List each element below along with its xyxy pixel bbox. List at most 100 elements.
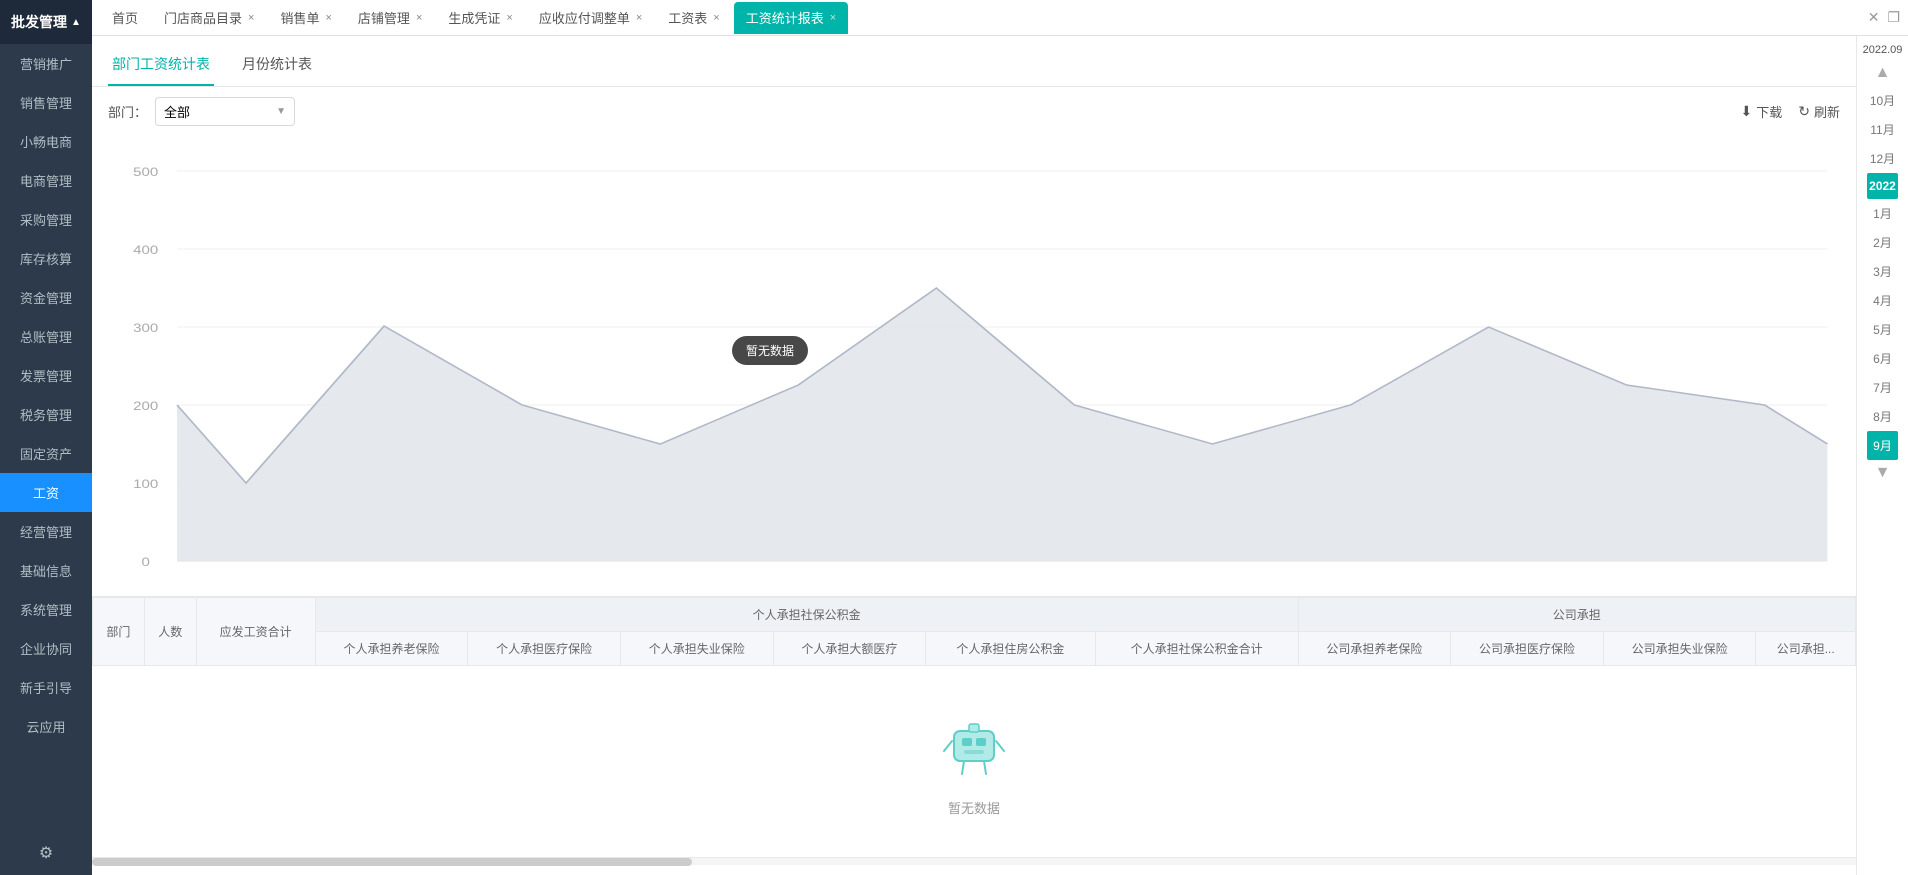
main-area: 首页门店商品目录×销售单×店铺管理×生成凭证×应收应付调整单×工资表×工资统计报… (92, 0, 1908, 875)
sub-tab-bar: 部门工资统计表 月份统计表 (92, 36, 1856, 87)
sidebar-item-采购管理[interactable]: 采购管理 (0, 200, 92, 239)
col-company-unemploy: 公司承担失业保险 (1603, 632, 1756, 666)
refresh-icon: ↻ (1798, 103, 1810, 120)
sidebar-header[interactable]: 批发管理 ▲ (0, 0, 92, 44)
col-personal-pension: 个人承担养老保险 (315, 632, 468, 666)
tab-4[interactable]: 生成凭证 × (436, 2, 524, 34)
empty-state: 暂无数据 (92, 666, 1856, 857)
toolbar-right: ⬇ 下载 ↻ 刷新 (1741, 102, 1841, 121)
sidebar-arrow-icon: ▲ (71, 17, 81, 28)
tab-5[interactable]: 应收应付调整单 × (527, 2, 654, 34)
window-close-icon[interactable]: ✕ (1868, 9, 1880, 26)
tab-1[interactable]: 门店商品目录 × (152, 2, 266, 34)
col-personal-total: 个人承担社保公积金合计 (1095, 632, 1298, 666)
tab-3[interactable]: 店铺管理× (346, 2, 434, 34)
chevron-down-icon: ▼ (276, 106, 286, 117)
col-company-more: 公司承担... (1756, 632, 1856, 666)
sidebar-item-经营管理[interactable]: 经营管理 (0, 512, 92, 551)
dept-select[interactable]: 全部 ▼ (155, 97, 295, 126)
time-item-2022[interactable]: 2022 (1867, 173, 1898, 199)
sidebar-footer-settings[interactable]: ⚙ (0, 831, 92, 875)
col-total-salary: 应发工资合计 (196, 598, 315, 666)
time-item-7月[interactable]: 7月 (1867, 373, 1898, 402)
svg-text:100: 100 (133, 477, 159, 490)
svg-text:0: 0 (141, 555, 150, 568)
time-item-6月[interactable]: 6月 (1867, 344, 1898, 373)
time-item-1月[interactable]: 1月 (1867, 199, 1898, 228)
svg-text:400: 400 (133, 243, 159, 256)
toolbar: 部门： 全部 ▼ ⬇ 下载 ↻ 刷新 (92, 87, 1856, 136)
tab-dept-salary[interactable]: 部门工资统计表 (108, 48, 214, 86)
sidebar-item-营销推广[interactable]: 营销推广 (0, 44, 92, 83)
sidebar-item-资金管理[interactable]: 资金管理 (0, 278, 92, 317)
sidebar-item-销售管理[interactable]: 销售管理 (0, 83, 92, 122)
sidebar: 批发管理 ▲ 营销推广销售管理小畅电商电商管理采购管理库存核算资金管理总账管理发… (0, 0, 92, 875)
dept-label: 部门： (108, 102, 147, 121)
time-item-8月[interactable]: 8月 (1867, 402, 1898, 431)
col-personal-unemploy: 个人承担失业保险 (620, 632, 773, 666)
sidebar-item-云应用[interactable]: 云应用 (0, 707, 92, 746)
sidebar-item-总账管理[interactable]: 总账管理 (0, 317, 92, 356)
time-item-3月[interactable]: 3月 (1867, 257, 1898, 286)
sidebar-item-发票管理[interactable]: 发票管理 (0, 356, 92, 395)
col-personal-bigmedical: 个人承担大额医疗 (773, 632, 926, 666)
sidebar-item-库存核算[interactable]: 库存核算 (0, 239, 92, 278)
tab-label-4: 生成凭证 (448, 8, 500, 27)
sidebar-item-企业协同[interactable]: 企业协同 (0, 629, 92, 668)
sidebar-title: 批发管理 (11, 12, 67, 32)
tab-label-6: 工资表 (668, 8, 707, 27)
time-item-10月[interactable]: 10月 (1867, 86, 1898, 115)
download-icon: ⬇ (1741, 103, 1753, 120)
sidebar-item-工资[interactable]: 工资 (0, 473, 92, 512)
empty-illustration (934, 706, 1014, 786)
page-content: 部门工资统计表 月份统计表 部门： 全部 ▼ ⬇ 下载 (92, 36, 1856, 875)
svg-text:500: 500 (133, 165, 159, 178)
col-company-medical: 公司承担医疗保险 (1451, 632, 1604, 666)
sidebar-item-小畅电商[interactable]: 小畅电商 (0, 122, 92, 161)
tab-label-2: 销售单 (280, 8, 319, 27)
tab-0[interactable]: 首页 (100, 2, 150, 34)
sidebar-item-税务管理[interactable]: 税务管理 (0, 395, 92, 434)
tab-close-icon-1[interactable]: × (248, 12, 254, 24)
tab-close-icon-6[interactable]: × (713, 12, 719, 24)
dept-value: 全部 (164, 102, 190, 121)
tab-6[interactable]: 工资表 × (656, 2, 731, 34)
tab-close-icon-4[interactable]: × (506, 12, 512, 24)
settings-icon: ⚙ (39, 845, 53, 862)
time-item-12月[interactable]: 12月 (1867, 144, 1898, 173)
tab-label-5: 应收应付调整单 (539, 8, 630, 27)
tab-close-icon-3[interactable]: × (416, 12, 422, 24)
window-restore-icon[interactable]: ❐ (1887, 9, 1900, 26)
time-panel: 2022.09 ▲ 10月11月12月20221月2月3月4月5月6月7月8月9… (1856, 36, 1908, 875)
tab-label-1: 门店商品目录 (164, 8, 242, 27)
sidebar-item-基础信息[interactable]: 基础信息 (0, 551, 92, 590)
tab-close-icon-7[interactable]: × (830, 12, 836, 24)
tab-close-icon-2[interactable]: × (325, 12, 331, 24)
tab-2[interactable]: 销售单 × (268, 2, 343, 34)
table-area[interactable]: 部门 人数 应发工资合计 个人承担社保公积金 公司承担 个人承担养老保险 个人承… (92, 596, 1856, 875)
time-nav-up[interactable]: ▲ (1871, 60, 1895, 86)
sidebar-item-固定资产[interactable]: 固定资产 (0, 434, 92, 473)
sidebar-item-系统管理[interactable]: 系统管理 (0, 590, 92, 629)
tab-label-7: 工资统计报表 (746, 8, 824, 27)
tab-label-0: 首页 (112, 8, 138, 27)
col-count: 人数 (144, 598, 196, 666)
sidebar-item-电商管理[interactable]: 电商管理 (0, 161, 92, 200)
tab-close-icon-5[interactable]: × (636, 12, 642, 24)
svg-text:200: 200 (133, 399, 159, 412)
time-item-9月[interactable]: 9月 (1867, 431, 1898, 460)
col-personal-medical: 个人承担医疗保险 (468, 632, 621, 666)
col-dept: 部门 (93, 598, 145, 666)
tab-month-stats[interactable]: 月份统计表 (238, 48, 316, 86)
download-button[interactable]: ⬇ 下载 (1741, 102, 1783, 121)
time-item-4月[interactable]: 4月 (1867, 286, 1898, 315)
time-item-5月[interactable]: 5月 (1867, 315, 1898, 344)
refresh-button[interactable]: ↻ 刷新 (1798, 102, 1840, 121)
sidebar-item-新手引导[interactable]: 新手引导 (0, 668, 92, 707)
time-item-11月[interactable]: 11月 (1867, 115, 1898, 144)
tab-7[interactable]: 工资统计报表 × (734, 2, 848, 34)
time-nav-down[interactable]: ▼ (1871, 460, 1895, 486)
empty-text: 暂无数据 (948, 798, 1000, 817)
chart-svg: 0 100 200 300 400 500 (108, 136, 1840, 576)
time-item-2月[interactable]: 2月 (1867, 228, 1898, 257)
